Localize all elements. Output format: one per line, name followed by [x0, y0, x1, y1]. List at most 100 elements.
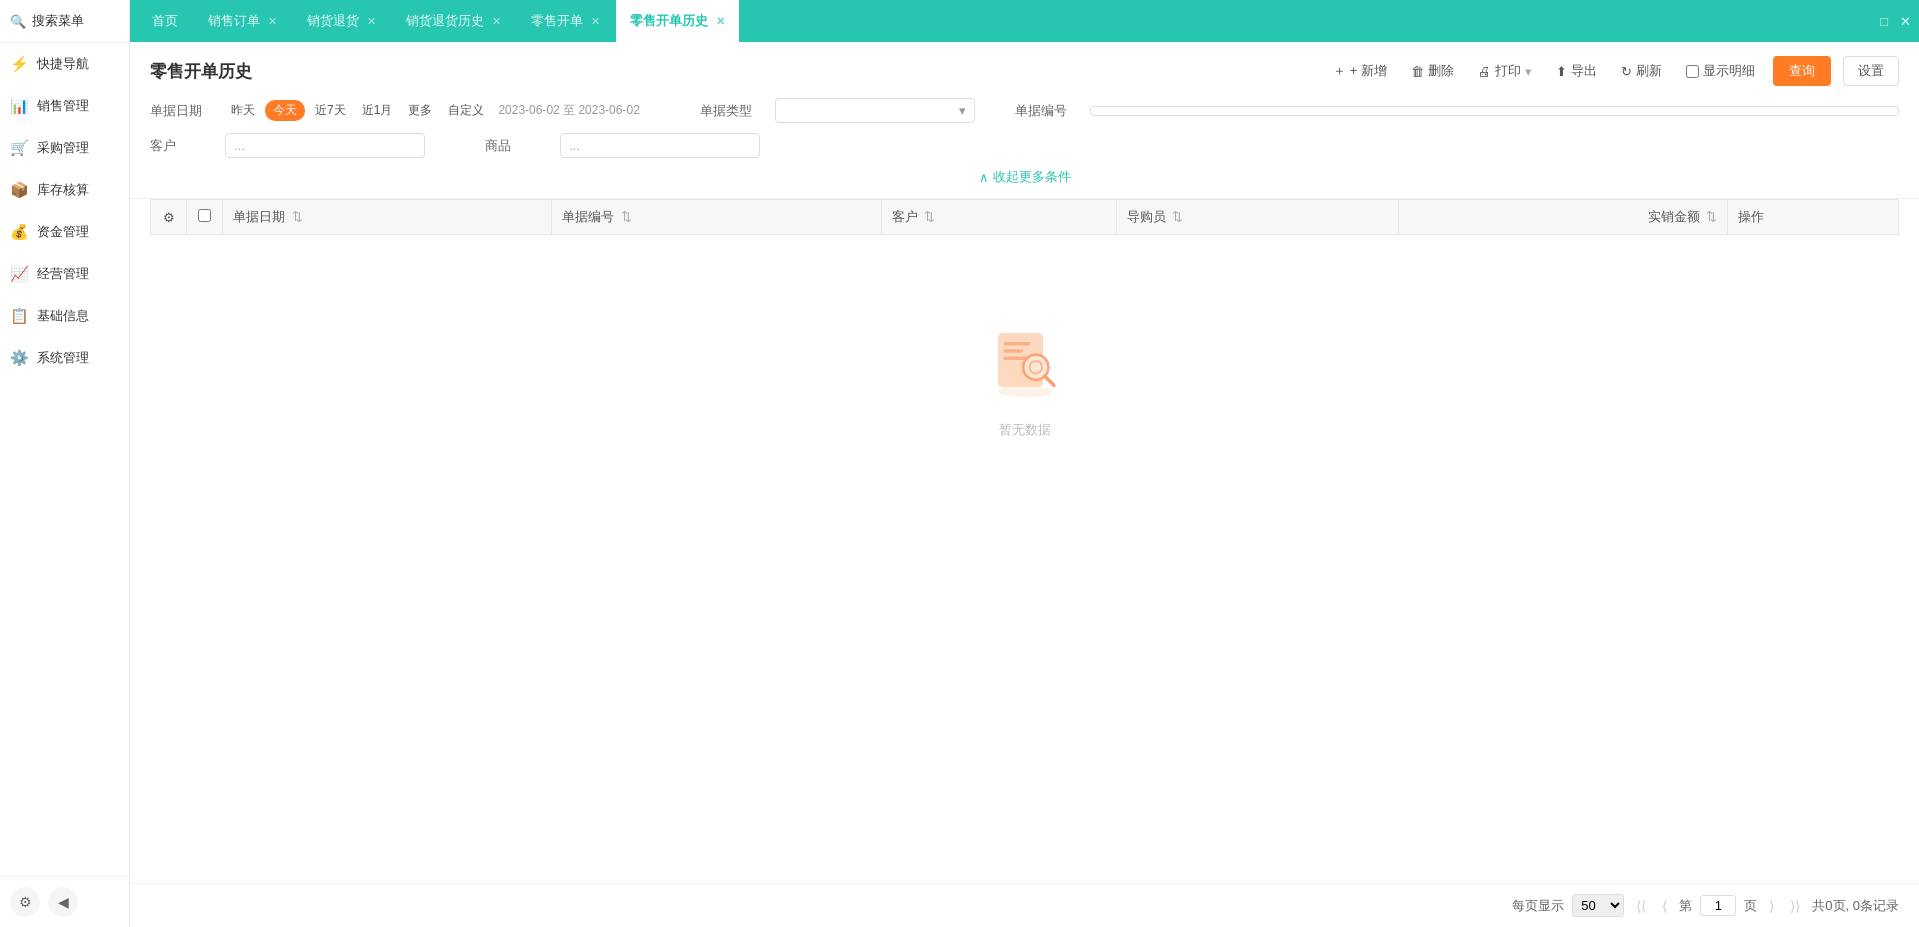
add-button[interactable]: ＋ + 新增 [1327, 58, 1393, 84]
date-btn-yesterday[interactable]: 昨天 [225, 100, 261, 121]
sidebar-item-sys-mgmt[interactable]: ⚙️ 系统管理 [0, 337, 129, 379]
display-detail-input[interactable] [1686, 65, 1699, 78]
customer-input[interactable]: ... [225, 133, 425, 158]
date-btn-custom[interactable]: 自定义 [442, 100, 490, 121]
sidebar-item-basic-info[interactable]: 📋 基础信息 [0, 295, 129, 337]
sidebar: 🔍 搜索菜单 ⚡ 快捷导航 📊 销售管理 🛒 采购管理 📦 库存核算 💰 资金管… [0, 0, 130, 927]
tab-sales-return-label: 销货退货 [307, 12, 359, 30]
prev-page-btn[interactable]: ⟨ [1658, 896, 1671, 916]
sales-icon: 📊 [10, 97, 29, 115]
no-sort-icon: ⇅ [621, 209, 632, 224]
date-buttons: 昨天 今天 近7天 近1月 更多 自定义 2023-06-02 至 2023-0… [225, 100, 640, 121]
collapse-filter-btn[interactable]: ∧ 收起更多条件 [979, 168, 1071, 186]
th-amount[interactable]: 实销金额 ⇅ [1398, 200, 1727, 235]
sidebar-item-label: 采购管理 [37, 139, 89, 157]
table-header-row: ⚙ 单据日期 ⇅ 单据编号 ⇅ 客户 [151, 200, 1899, 235]
filter-area: 单据日期 昨天 今天 近7天 近1月 更多 自定义 2023-06-02 至 2… [130, 86, 1919, 199]
doc-type-select[interactable]: ▾ [775, 98, 975, 123]
doc-no-filter-label: 单据编号 [1015, 102, 1070, 120]
amount-sort-icon: ⇅ [1706, 209, 1717, 224]
tab-sales-order-label: 销售订单 [208, 12, 260, 30]
tab-home[interactable]: 首页 [138, 0, 192, 42]
date-btn-1month[interactable]: 近1月 [356, 100, 399, 121]
display-detail-checkbox[interactable]: 显示明细 [1680, 58, 1761, 84]
customer-sort-icon: ⇅ [924, 209, 935, 224]
operations-icon: 📈 [10, 265, 29, 283]
tab-sales-return-history-close[interactable]: ✕ [492, 15, 501, 28]
select-all-checkbox[interactable] [198, 209, 211, 222]
per-page-label: 每页显示 [1512, 897, 1564, 915]
sidebar-item-sales-mgmt[interactable]: 📊 销售管理 [0, 85, 129, 127]
tab-retail-open-label: 零售开单 [531, 12, 583, 30]
next-page-btn[interactable]: ⟩ [1765, 896, 1778, 916]
inventory-icon: 📦 [10, 181, 29, 199]
th-date[interactable]: 单据日期 ⇅ [223, 200, 552, 235]
doc-no-input[interactable] [1090, 106, 1899, 116]
guide-sort-icon: ⇅ [1172, 209, 1183, 224]
sidebar-item-inventory[interactable]: 📦 库存核算 [0, 169, 129, 211]
th-customer[interactable]: 客户 ⇅ [881, 200, 1116, 235]
sys-mgmt-icon: ⚙️ [10, 349, 29, 367]
sidebar-item-label: 资金管理 [37, 223, 89, 241]
print-label: 打印 [1495, 62, 1521, 80]
window-restore-btn[interactable]: □ [1880, 14, 1888, 29]
total-info: 共0页, 0条记录 [1812, 897, 1899, 915]
th-checkbox[interactable] [187, 200, 223, 235]
th-guide[interactable]: 导购员 ⇅ [1116, 200, 1398, 235]
sidebar-item-finance[interactable]: 💰 资金管理 [0, 211, 129, 253]
settings-bottom-btn[interactable]: ⚙ [10, 887, 40, 917]
date-sort-icon: ⇅ [292, 209, 303, 224]
tab-retail-open-close[interactable]: ✕ [591, 15, 600, 28]
first-page-btn[interactable]: ⟨⟨ [1632, 896, 1650, 916]
sidebar-item-purchase-mgmt[interactable]: 🛒 采购管理 [0, 127, 129, 169]
customer-input-placeholder: ... [234, 138, 245, 153]
tab-sales-order-close[interactable]: ✕ [268, 15, 277, 28]
page-input[interactable] [1700, 895, 1736, 916]
tab-retail-history-close[interactable]: ✕ [716, 15, 725, 28]
sidebar-item-label: 基础信息 [37, 307, 89, 325]
last-page-btn[interactable]: ⟩⟩ [1786, 896, 1804, 916]
print-button[interactable]: 🖨 打印 ▾ [1472, 58, 1538, 84]
page-label: 第 [1679, 897, 1692, 915]
tab-sales-return-close[interactable]: ✕ [367, 15, 376, 28]
refresh-icon: ↻ [1621, 64, 1632, 79]
page-header: 零售开单历史 ＋ + 新增 🗑 删除 🖨 打印 ▾ ⬆ 导出 [130, 42, 1919, 86]
tab-retail-history[interactable]: 零售开单历史 ✕ [616, 0, 739, 42]
tab-sales-return-history[interactable]: 销货退货历史 ✕ [392, 0, 515, 42]
tab-sales-return[interactable]: 销货退货 ✕ [293, 0, 390, 42]
date-btn-today[interactable]: 今天 [265, 100, 305, 121]
goods-input[interactable]: ... [560, 133, 760, 158]
query-button[interactable]: 查询 [1773, 56, 1831, 86]
window-close-btn[interactable]: ✕ [1900, 14, 1911, 29]
main-area: 首页 销售订单 ✕ 销货退货 ✕ 销货退货历史 ✕ 零售开单 ✕ 零售开单历史 … [130, 0, 1919, 927]
print-arrow-icon: ▾ [1525, 64, 1532, 79]
refresh-button[interactable]: ↻ 刷新 [1615, 58, 1668, 84]
sidebar-bottom: ⚙ ◀ [0, 876, 129, 927]
basic-info-icon: 📋 [10, 307, 29, 325]
page-title: 零售开单历史 [150, 60, 252, 83]
sidebar-item-quick-nav[interactable]: ⚡ 快捷导航 [0, 43, 129, 85]
svg-line-6 [1044, 376, 1053, 385]
date-btn-7days[interactable]: 近7天 [309, 100, 352, 121]
collapse-sidebar-btn[interactable]: ◀ [48, 887, 78, 917]
tab-home-label: 首页 [152, 12, 178, 30]
th-settings[interactable]: ⚙ [151, 200, 187, 235]
tab-retail-open[interactable]: 零售开单 ✕ [517, 0, 614, 42]
doc-type-arrow-icon: ▾ [959, 103, 966, 118]
delete-button[interactable]: 🗑 删除 [1405, 58, 1460, 84]
date-range-text: 2023-06-02 至 2023-06-02 [498, 102, 639, 119]
sidebar-item-label: 系统管理 [37, 349, 89, 367]
export-button[interactable]: ⬆ 导出 [1550, 58, 1603, 84]
export-label: 导出 [1571, 62, 1597, 80]
empty-state: 暂无数据 [151, 235, 1899, 519]
date-btn-more[interactable]: 更多 [402, 100, 438, 121]
settings-button[interactable]: 设置 [1843, 56, 1899, 86]
date-filter-label: 单据日期 [150, 102, 205, 120]
sidebar-item-label: 快捷导航 [37, 55, 89, 73]
sidebar-search[interactable]: 🔍 搜索菜单 [0, 0, 129, 43]
per-page-select[interactable]: 50 100 200 [1572, 894, 1624, 917]
tab-sales-order[interactable]: 销售订单 ✕ [194, 0, 291, 42]
sidebar-item-operations[interactable]: 📈 经营管理 [0, 253, 129, 295]
th-no[interactable]: 单据编号 ⇅ [552, 200, 881, 235]
pagination: 每页显示 50 100 200 ⟨⟨ ⟨ 第 页 ⟩ ⟩⟩ 共0页, 0条记录 [130, 883, 1919, 927]
